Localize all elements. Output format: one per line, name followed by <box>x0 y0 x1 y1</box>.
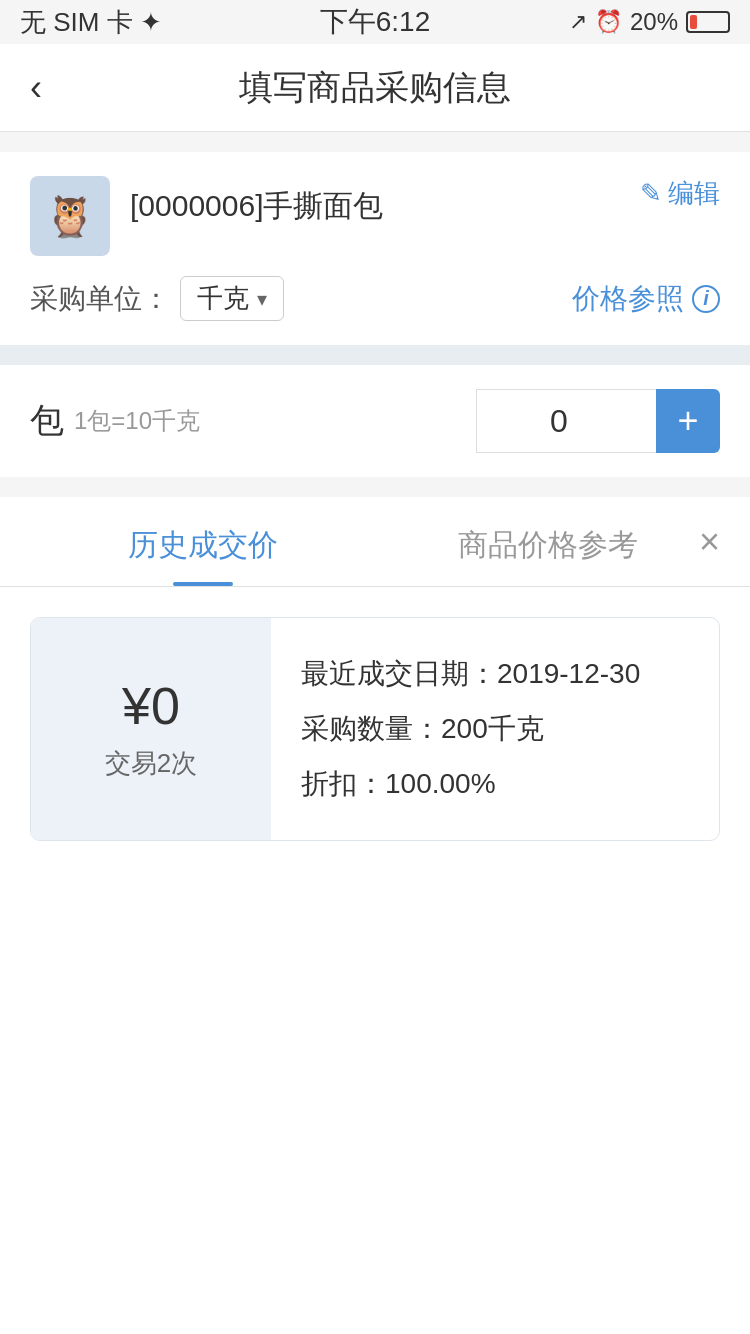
sim-text: 无 SIM 卡 ✦ <box>20 5 162 40</box>
alarm-icon: ⏰ <box>595 9 622 35</box>
status-right: ↗ ⏰ 20% <box>569 8 730 36</box>
back-button[interactable]: ‹ <box>30 67 90 109</box>
quantity-unit: 包 <box>30 398 64 444</box>
quantity-equiv: 1包=10千克 <box>74 405 200 437</box>
quantity-plus-button[interactable]: + <box>656 389 720 453</box>
price-ref-label: 价格参照 <box>572 280 684 318</box>
nav-bar: ‹ 填写商品采购信息 <box>0 44 750 132</box>
unit-value: 千克 <box>197 281 249 316</box>
history-card: ¥0 交易2次 最近成交日期：2019-12-30 采购数量：200千克 折扣：… <box>30 617 720 841</box>
product-logo-icon: 🦉 <box>45 193 95 240</box>
price-reference-button[interactable]: 价格参照 i <box>572 280 720 318</box>
arrow-icon: ↗ <box>569 9 587 35</box>
history-discount-row: 折扣：100.00% <box>301 764 689 803</box>
history-date-row: 最近成交日期：2019-12-30 <box>301 654 689 693</box>
history-price-panel: ¥0 交易2次 <box>31 618 271 840</box>
quantity-row: 包 1包=10千克 + <box>0 365 750 477</box>
page-title: 填写商品采购信息 <box>239 65 511 111</box>
page-body <box>0 871 750 1334</box>
edit-label: 编辑 <box>668 176 720 211</box>
status-time: 下午6:12 <box>320 3 431 41</box>
product-thumbnail: 🦉 <box>30 176 110 256</box>
history-date-value: 2019-12-30 <box>497 658 640 689</box>
tab-active-indicator <box>173 582 233 586</box>
tab-history-price[interactable]: 历史成交价 <box>30 497 375 586</box>
battery-percent: 20% <box>630 8 678 36</box>
history-qty-row: 采购数量：200千克 <box>301 709 689 748</box>
tab-close-button[interactable]: × <box>689 511 730 573</box>
edit-icon: ✎ <box>640 178 662 209</box>
edit-button[interactable]: ✎ 编辑 <box>640 176 720 211</box>
history-price-value: ¥0 <box>122 676 180 736</box>
status-bar: 无 SIM 卡 ✦ 下午6:12 ↗ ⏰ 20% <box>0 0 750 44</box>
tab-history-label: 历史成交价 <box>128 528 278 561</box>
history-detail-panel: 最近成交日期：2019-12-30 采购数量：200千克 折扣：100.00% <box>271 618 719 840</box>
chevron-down-icon: ▾ <box>257 287 267 311</box>
product-name: [0000006]手撕面包 <box>130 176 383 227</box>
product-card: 🦉 [0000006]手撕面包 ✎ 编辑 采购单位： 千克 ▾ 价格参照 i <box>0 152 750 345</box>
status-left: 无 SIM 卡 ✦ <box>20 5 162 40</box>
info-icon: i <box>692 285 720 313</box>
section-divider <box>0 345 750 365</box>
history-discount-label: 折扣： <box>301 768 385 799</box>
history-qty-value: 200千克 <box>441 713 544 744</box>
tab-header: 历史成交价 商品价格参考 × <box>0 497 750 587</box>
history-qty-label: 采购数量： <box>301 713 441 744</box>
tab-product-price-ref[interactable]: 商品价格参考 <box>375 497 720 586</box>
unit-label-text: 采购单位： <box>30 280 170 318</box>
unit-label: 采购单位： 千克 ▾ <box>30 276 284 321</box>
history-transaction-count: 交易2次 <box>105 746 197 781</box>
quantity-label: 包 1包=10千克 <box>30 398 200 444</box>
quantity-input-group: + <box>476 389 720 453</box>
product-info-left: 🦉 [0000006]手撕面包 <box>30 176 383 256</box>
history-discount-value: 100.00% <box>385 768 496 799</box>
tab-section: 历史成交价 商品价格参考 × ¥0 交易2次 最近成交日期：2019-12-30… <box>0 497 750 1334</box>
tab-price-ref-label: 商品价格参考 <box>458 528 638 561</box>
history-date-label: 最近成交日期： <box>301 658 497 689</box>
unit-select[interactable]: 千克 ▾ <box>180 276 284 321</box>
quantity-input[interactable] <box>476 389 656 453</box>
battery-icon <box>686 11 730 33</box>
